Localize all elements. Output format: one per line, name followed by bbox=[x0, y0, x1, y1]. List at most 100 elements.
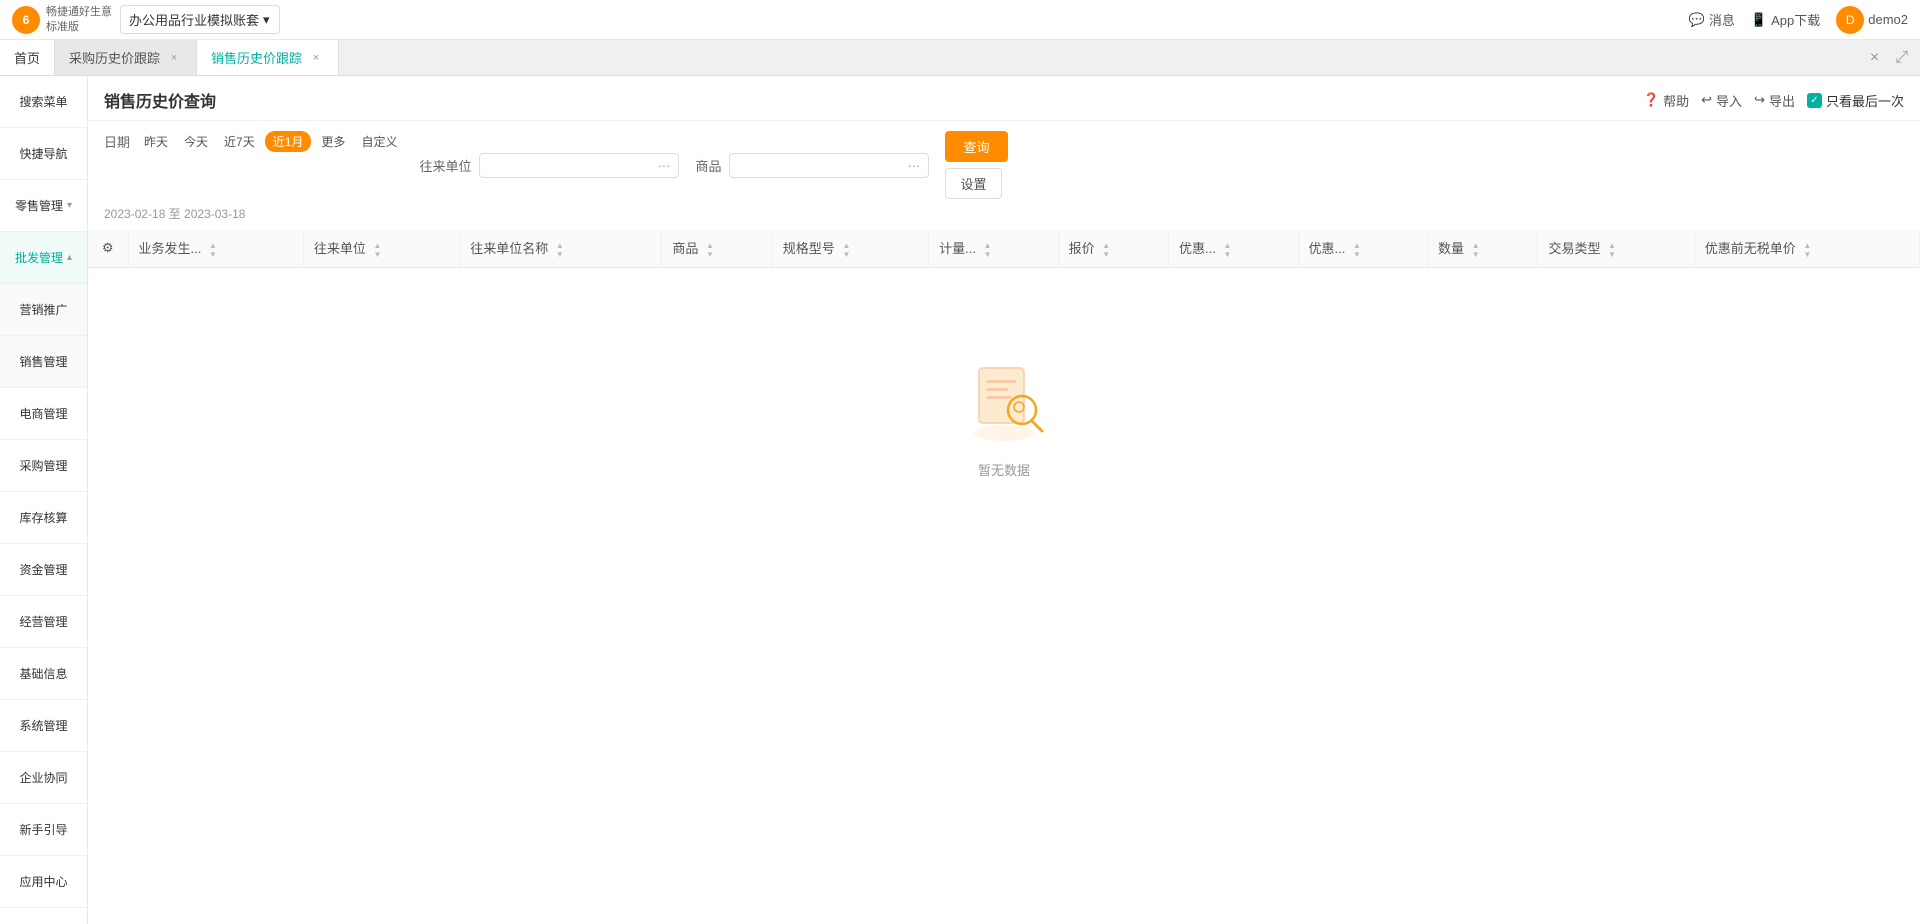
tab-purchase-history-close[interactable]: × bbox=[166, 50, 182, 66]
th-unit[interactable]: 计量... ▲ ▼ bbox=[929, 230, 1059, 267]
sales-mgmt-label: 销售管理 bbox=[19, 353, 67, 370]
main-layout: 搜索菜单 快捷导航 零售管理 ▾ 批发管理 ▴ 营销推广 销售管理 电商管理 采… bbox=[0, 76, 1920, 924]
date-today-btn[interactable]: 今天 bbox=[178, 131, 214, 152]
date-more-btn[interactable]: 更多 bbox=[315, 131, 351, 152]
sort-icon-biz-date: ▲ ▼ bbox=[209, 241, 217, 259]
th-discount2[interactable]: 优惠... ▲ ▼ bbox=[1298, 230, 1428, 267]
product-label: 商品 bbox=[695, 156, 721, 175]
tab-sales-history-close[interactable]: × bbox=[308, 50, 324, 66]
logo-area: 6 畅捷通好生意 标准版 bbox=[12, 5, 112, 34]
message-label: 消息 bbox=[1709, 10, 1735, 29]
filter-area: 日期 昨天 今天 近7天 近1月 更多 自定义 往来单位 bbox=[88, 121, 1920, 203]
app-download-action[interactable]: 📱 App下载 bbox=[1751, 10, 1820, 29]
tab-sales-history[interactable]: 销售历史价跟踪 × bbox=[197, 40, 339, 75]
sidebar-item-basic-info[interactable]: 基础信息 bbox=[0, 648, 87, 700]
help-button[interactable]: ❓ 帮助 bbox=[1643, 91, 1689, 110]
sidebar-item-marketing[interactable]: 营销推广 bbox=[0, 284, 87, 336]
avatar: D bbox=[1836, 6, 1864, 34]
quick-nav-label: 快捷导航 bbox=[19, 145, 67, 162]
purchase-mgmt-label: 采购管理 bbox=[19, 457, 67, 474]
date-7days-btn[interactable]: 近7天 bbox=[218, 131, 261, 152]
date-range-text: 2023-02-18 至 2023-03-18 bbox=[104, 207, 245, 221]
th-pretax-price[interactable]: 优惠前无税单价 ▲ ▼ bbox=[1694, 230, 1919, 267]
page-title: 销售历史价查询 bbox=[104, 88, 216, 112]
sidebar-item-sales-mgmt[interactable]: 销售管理 bbox=[0, 336, 87, 388]
partner-filter-group: 往来单位 ··· bbox=[419, 153, 679, 178]
sidebar-item-quick-nav[interactable]: 快捷导航 bbox=[0, 128, 87, 180]
th-partner-name[interactable]: 往来单位名称 ▲ ▼ bbox=[460, 230, 662, 267]
empty-text: 暂无数据 bbox=[978, 460, 1030, 479]
sidebar-item-enterprise-wechat[interactable]: 企业微信 bbox=[0, 908, 87, 924]
page-header: 销售历史价查询 ❓ 帮助 ↩ 导入 ↪ 导出 ✓ bbox=[88, 76, 1920, 121]
sidebar-item-inventory[interactable]: 库存核算 bbox=[0, 492, 87, 544]
tab-home[interactable]: 首页 bbox=[0, 40, 55, 75]
tab-bar: 首页 采购历史价跟踪 × 销售历史价跟踪 × × ⤢ bbox=[0, 40, 1920, 76]
filter-right: 往来单位 ··· 商品 ··· 查询 bbox=[419, 131, 1904, 199]
company-dropdown[interactable]: 办公用品行业模拟账套 ▾ bbox=[120, 5, 280, 34]
th-trade-type[interactable]: 交易类型 ▲ ▼ bbox=[1538, 230, 1694, 267]
sidebar-item-wholesale-mgmt[interactable]: 批发管理 ▴ bbox=[0, 232, 87, 284]
search-menu-label: 搜索菜单 bbox=[19, 93, 67, 110]
export-button[interactable]: ↪ 导出 bbox=[1754, 91, 1795, 110]
sort-icon-partner-name: ▲ ▼ bbox=[556, 241, 564, 259]
sidebar-item-ecommerce-mgmt[interactable]: 电商管理 bbox=[0, 388, 87, 440]
th-quantity[interactable]: 数量 ▲ ▼ bbox=[1428, 230, 1538, 267]
partner-input[interactable]: ··· bbox=[479, 153, 679, 178]
close-all-tabs-button[interactable]: × bbox=[1866, 47, 1883, 69]
th-biz-date[interactable]: 业务发生... ▲ ▼ bbox=[128, 230, 303, 267]
company-label: 办公用品行业模拟账套 bbox=[129, 10, 259, 29]
wholesale-mgmt-label: 批发管理 bbox=[15, 249, 63, 266]
th-partner-code[interactable]: 往来单位 ▲ ▼ bbox=[303, 230, 459, 267]
only-last-checkbox[interactable]: ✓ 只看最后一次 bbox=[1807, 91, 1904, 110]
th-spec[interactable]: 规格型号 ▲ ▼ bbox=[772, 230, 928, 267]
retail-mgmt-label: 零售管理 bbox=[15, 197, 63, 214]
table-settings-header[interactable]: ⚙ bbox=[88, 230, 128, 267]
sort-icon-quantity: ▲ ▼ bbox=[1472, 241, 1480, 259]
table-header-row: ⚙ 业务发生... ▲ ▼ 往来单位 bbox=[88, 230, 1920, 267]
sidebar-item-newbie-guide[interactable]: 新手引导 bbox=[0, 804, 87, 856]
tab-purchase-history[interactable]: 采购历史价跟踪 × bbox=[55, 40, 197, 75]
settings-icon: ⚙ bbox=[102, 240, 114, 255]
date-buttons: 昨天 今天 近7天 近1月 更多 自定义 bbox=[138, 131, 403, 152]
empty-illustration bbox=[954, 348, 1054, 448]
date-1month-btn[interactable]: 近1月 bbox=[265, 131, 312, 152]
search-button[interactable]: 查询 bbox=[945, 131, 1007, 162]
import-button[interactable]: ↩ 导入 bbox=[1701, 91, 1742, 110]
sidebar: 搜索菜单 快捷导航 零售管理 ▾ 批发管理 ▴ 营销推广 销售管理 电商管理 采… bbox=[0, 76, 88, 924]
sidebar-item-finance-mgmt[interactable]: 资金管理 bbox=[0, 544, 87, 596]
table-container: ⚙ 业务发生... ▲ ▼ 往来单位 bbox=[88, 230, 1920, 924]
tab-sales-history-label: 销售历史价跟踪 bbox=[211, 48, 302, 67]
th-quoted-price[interactable]: 报价 ▲ ▼ bbox=[1058, 230, 1168, 267]
sort-icon-partner-code: ▲ ▼ bbox=[374, 241, 382, 259]
operations-mgmt-label: 经营管理 bbox=[19, 613, 67, 630]
empty-state: 暂无数据 bbox=[88, 268, 1920, 559]
sidebar-item-enterprise-coop[interactable]: 企业协同 bbox=[0, 752, 87, 804]
message-action[interactable]: 💬 消息 bbox=[1689, 10, 1735, 29]
sidebar-item-purchase-mgmt[interactable]: 采购管理 bbox=[0, 440, 87, 492]
search-settings-group: 查询 设置 bbox=[945, 131, 1007, 199]
help-label: 帮助 bbox=[1663, 91, 1689, 110]
import-icon: ↩ bbox=[1701, 92, 1712, 108]
maximize-button[interactable]: ⤢ bbox=[1891, 47, 1912, 69]
date-custom-btn[interactable]: 自定义 bbox=[355, 131, 403, 152]
settings-button[interactable]: 设置 bbox=[945, 168, 1001, 199]
sidebar-item-app-center[interactable]: 应用中心 bbox=[0, 856, 87, 908]
enterprise-coop-label: 企业协同 bbox=[19, 769, 67, 786]
date-yesterday-btn[interactable]: 昨天 bbox=[138, 131, 174, 152]
sort-icon-discount2: ▲ ▼ bbox=[1353, 241, 1361, 259]
sort-icon-product: ▲ ▼ bbox=[706, 241, 714, 259]
sidebar-item-search-menu[interactable]: 搜索菜单 bbox=[0, 76, 87, 128]
user-profile[interactable]: D demo2 bbox=[1836, 6, 1908, 34]
sidebar-item-system-mgmt[interactable]: 系统管理 bbox=[0, 700, 87, 752]
ecommerce-mgmt-label: 电商管理 bbox=[19, 405, 67, 422]
th-discount1[interactable]: 优惠... ▲ ▼ bbox=[1169, 230, 1299, 267]
finance-mgmt-label: 资金管理 bbox=[19, 561, 67, 578]
chevron-up-icon: ▴ bbox=[67, 252, 72, 263]
sidebar-item-operations-mgmt[interactable]: 经营管理 bbox=[0, 596, 87, 648]
app-download-icon: 📱 bbox=[1751, 12, 1767, 28]
sidebar-item-retail-mgmt[interactable]: 零售管理 ▾ bbox=[0, 180, 87, 232]
product-input[interactable]: ··· bbox=[729, 153, 929, 178]
date-filter-group: 日期 昨天 今天 近7天 近1月 更多 自定义 bbox=[104, 131, 403, 152]
th-product[interactable]: 商品 ▲ ▼ bbox=[662, 230, 772, 267]
product-filter-group: 商品 ··· bbox=[695, 153, 929, 178]
